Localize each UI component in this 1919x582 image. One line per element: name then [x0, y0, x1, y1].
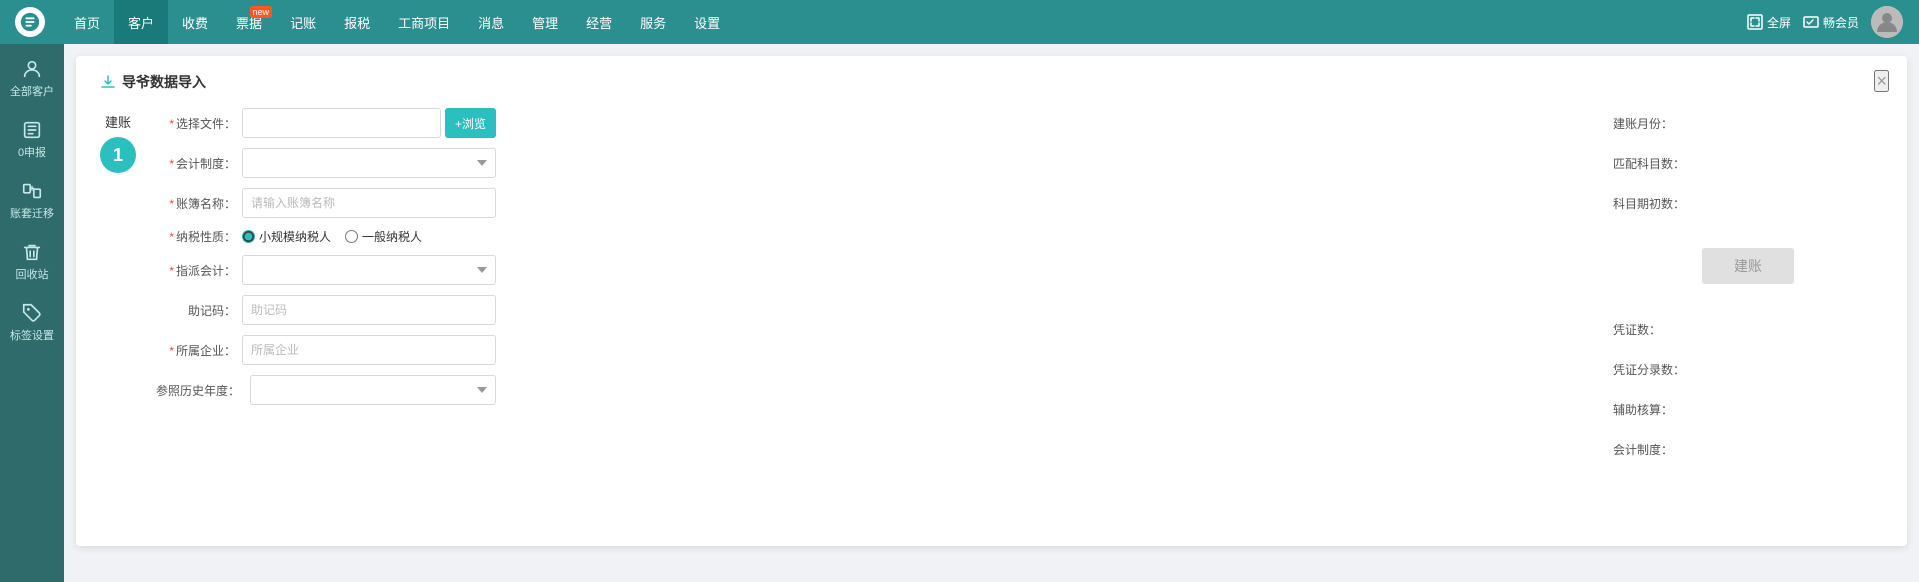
accountant-select[interactable] [242, 255, 496, 285]
nav-business[interactable]: 工商项目 [384, 0, 464, 44]
vip-label: 畅会员 [1823, 14, 1859, 31]
tax-type-row: *纳税性质： 小规模纳税人 一般纳税人 [156, 228, 496, 245]
file-row: *选择文件： +浏览 [156, 108, 496, 138]
accounting-system-select[interactable] [242, 148, 496, 178]
avatar[interactable] [1871, 6, 1903, 38]
nav-items: 首页 客户 收费 票据 new 记账 报税 工商项目 消息 管理 经营 服务 设… [60, 0, 1747, 44]
account-name-input[interactable] [242, 188, 496, 218]
sidebar-item-transfer[interactable]: 账套迁移 [0, 170, 64, 231]
browse-button[interactable]: +浏览 [445, 108, 496, 138]
panel-close-button[interactable]: × [1874, 70, 1889, 92]
account-name-label: *账簿名称： [156, 195, 236, 212]
info-panel: 建账月份： 匹配科目数： 科目期初数： 建账 [1583, 108, 1883, 464]
company-input[interactable] [242, 335, 496, 365]
fullscreen-label: 全屏 [1767, 14, 1791, 31]
tax-general-radio[interactable]: 一般纳税人 [345, 228, 422, 245]
file-label: *选择文件： [156, 115, 236, 132]
nav-message[interactable]: 消息 [464, 0, 518, 44]
file-input-wrap: +浏览 [242, 108, 496, 138]
voucher-label: 凭证数： [1613, 321, 1703, 338]
account-month-row: 建账月份： [1613, 108, 1883, 138]
main-content: 导爷数据导入 × 建账 1 *选择文件： [64, 44, 1919, 582]
trash-icon [21, 241, 43, 263]
top-nav: 首页 客户 收费 票据 new 记账 报税 工商项目 消息 管理 经营 服务 设… [0, 0, 1919, 44]
memo-code-input[interactable] [242, 295, 496, 325]
account-name-row: *账簿名称： [156, 188, 496, 218]
accounting-system-row: *会计制度： [156, 148, 496, 178]
form-step: 建账 1 *选择文件： +浏览 [100, 108, 1583, 464]
accounting-system-label: *会计制度： [156, 155, 236, 172]
sidebar-item-all-customers[interactable]: 全部客户 [0, 48, 64, 109]
logo-icon [15, 7, 45, 37]
accounting-system-info-label: 会计制度： [1613, 441, 1703, 458]
logo[interactable] [8, 0, 52, 44]
match-subject-label: 匹配科目数： [1613, 155, 1703, 172]
tax-type-radio-group: 小规模纳税人 一般纳税人 [242, 228, 496, 245]
memo-code-label: 助记码： [156, 302, 236, 319]
subject-initial-row: 科目期初数： [1613, 188, 1883, 218]
step-circle: 1 [100, 137, 136, 173]
tag-icon [21, 302, 43, 324]
file-text-input[interactable] [242, 108, 441, 138]
nav-operation[interactable]: 经营 [572, 0, 626, 44]
memo-code-row: 助记码： [156, 295, 496, 325]
create-account-button[interactable]: 建账 [1702, 248, 1794, 284]
new-badge: new [250, 6, 273, 18]
tax-small-radio[interactable]: 小规模纳税人 [242, 228, 331, 245]
nav-invoice[interactable]: 票据 new [222, 0, 276, 44]
nav-customer[interactable]: 客户 [114, 0, 168, 44]
nav-settings[interactable]: 设置 [680, 0, 734, 44]
voucher-row: 凭证数： [1613, 314, 1883, 344]
user-icon [21, 58, 43, 80]
accounting-system-info-row: 会计制度： [1613, 434, 1883, 464]
voucher-records-label: 凭证分录数： [1613, 361, 1703, 378]
match-subject-row: 匹配科目数： [1613, 148, 1883, 178]
step-indicator: 建账 1 [100, 108, 136, 173]
sidebar-item-0-report[interactable]: 0申报 [0, 109, 64, 170]
company-row: *所属企业： [156, 335, 496, 365]
app-body: 全部客户 0申报 账套迁移 回收站 [0, 44, 1919, 582]
form-fields: *选择文件： +浏览 *会计制度： [156, 108, 496, 405]
report-icon [21, 119, 43, 141]
import-icon [100, 74, 116, 90]
voucher-records-row: 凭证分录数： [1613, 354, 1883, 384]
aux-accounting-row: 辅助核算： [1613, 394, 1883, 424]
panel-title: 导爷数据导入 [100, 72, 1883, 92]
nav-service[interactable]: 服务 [626, 0, 680, 44]
history-year-select[interactable] [250, 375, 496, 405]
history-year-label: 参照历史年度： [156, 382, 244, 399]
nav-fee[interactable]: 收费 [168, 0, 222, 44]
company-label: *所属企业： [156, 342, 236, 359]
sidebar: 全部客户 0申报 账套迁移 回收站 [0, 44, 64, 582]
vip-button[interactable]: 畅会员 [1803, 14, 1859, 31]
sidebar-item-tag-settings[interactable]: 标签设置 [0, 292, 64, 353]
fullscreen-button[interactable]: 全屏 [1747, 14, 1791, 31]
account-month-label: 建账月份： [1613, 115, 1703, 132]
form-area: 建账 1 *选择文件： +浏览 [100, 108, 1883, 464]
nav-right: 全屏 畅会员 [1747, 6, 1911, 38]
import-panel: 导爷数据导入 × 建账 1 *选择文件： [76, 56, 1907, 546]
accountant-label: *指派会计： [156, 262, 236, 279]
accountant-row: *指派会计： [156, 255, 496, 285]
sidebar-item-trash[interactable]: 回收站 [0, 231, 64, 292]
aux-accounting-label: 辅助核算： [1613, 401, 1703, 418]
tax-type-label: *纳税性质： [156, 228, 236, 245]
nav-bookkeeping[interactable]: 记账 [276, 0, 330, 44]
history-year-row: 参照历史年度： [156, 375, 496, 405]
nav-tax[interactable]: 报税 [330, 0, 384, 44]
subject-initial-label: 科目期初数： [1613, 195, 1703, 212]
nav-home[interactable]: 首页 [60, 0, 114, 44]
transfer-icon [21, 180, 43, 202]
nav-manage[interactable]: 管理 [518, 0, 572, 44]
step-label: 建账 [105, 112, 131, 131]
